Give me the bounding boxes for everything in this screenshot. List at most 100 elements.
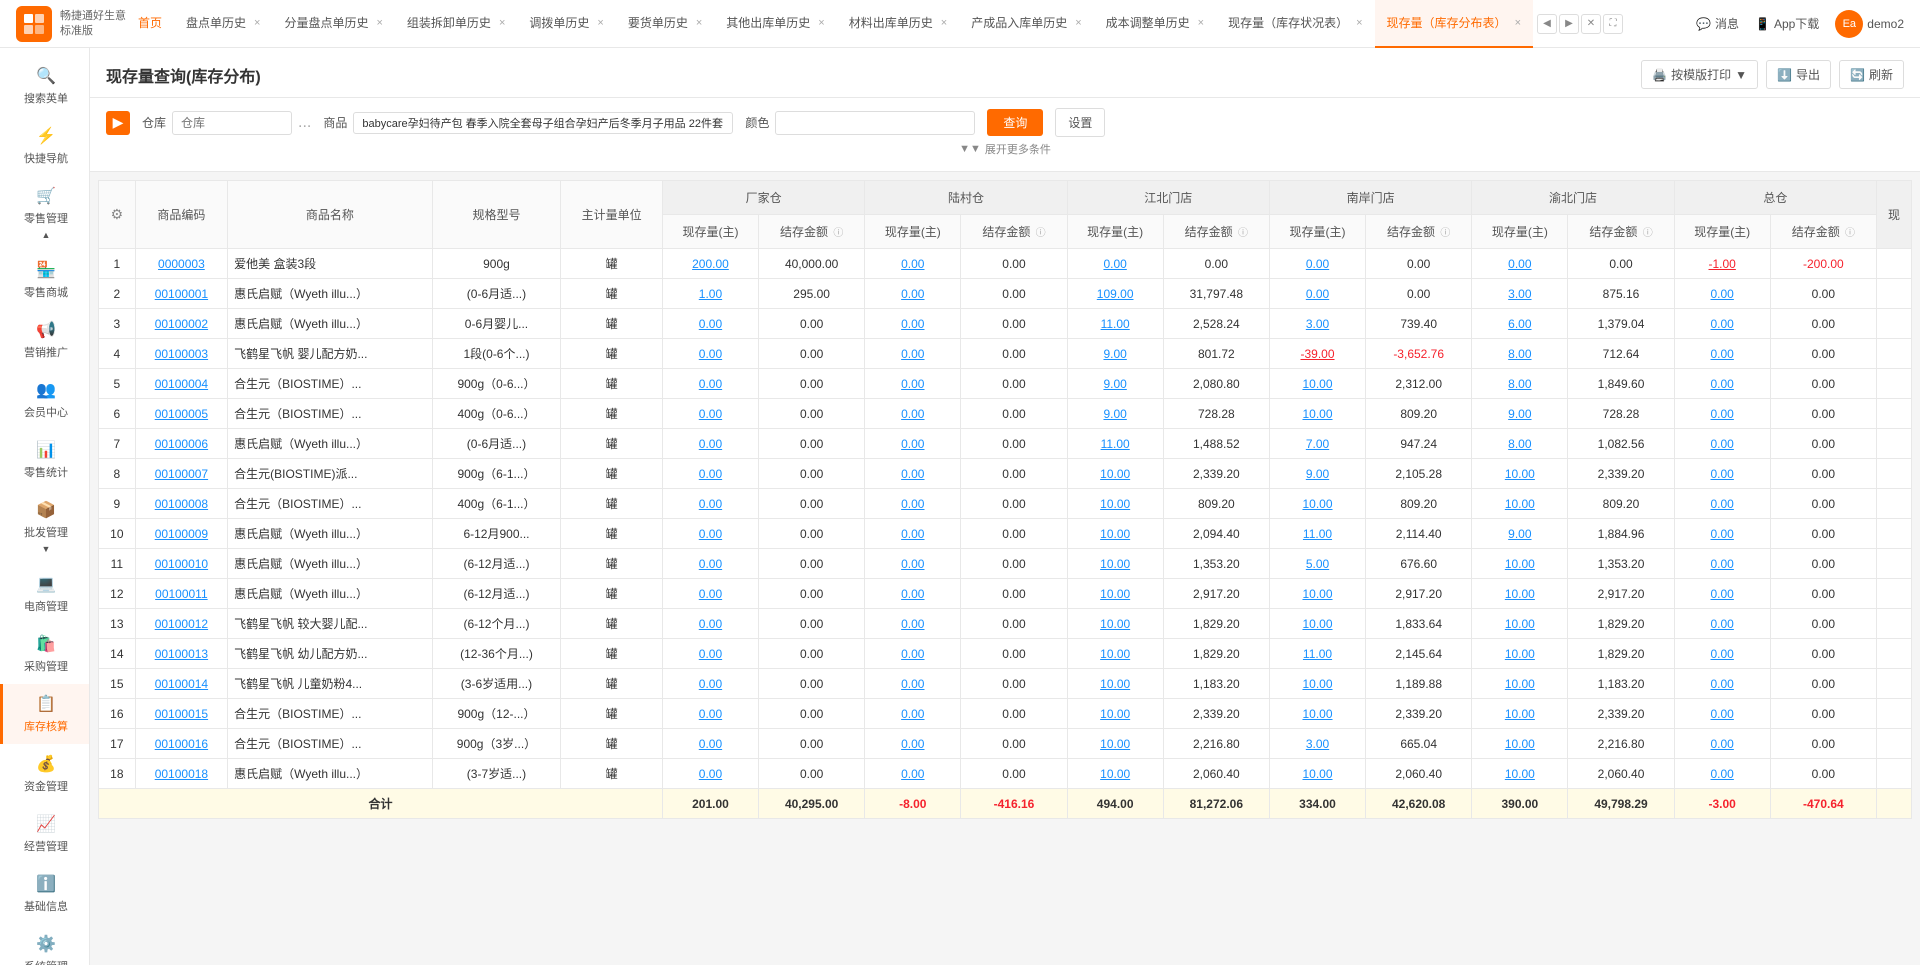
warehouse-input[interactable] [172,111,292,135]
col-fj-qty: 现存量(主) [662,215,758,249]
product-code[interactable]: 00100006 [135,429,227,459]
close-tab-10[interactable]: × [1515,17,1521,29]
warehouse-dots[interactable]: ... [298,114,311,132]
table-row: 1100100010惠氏启赋（Wyeth illu...）(6-12月适...)… [99,549,1912,579]
col-total-amt: 结存金额 ⓘ [1770,215,1876,249]
sidebar-item-wholesale[interactable]: 📦 批发管理 ▼ [0,490,89,564]
col-unit: 主计量单位 [561,181,663,249]
sidebar: 🔍 搜索英单 ⚡ 快捷导航 🛒 零售管理 ▲ 🏪 零售商城 📢 营销推广 👥 会… [0,48,90,965]
nav-tab-6[interactable]: 材料出库单历史 × [837,0,959,48]
table-row: 500100004合生元（BIOSTIME）...900g（0-6...）罐0.… [99,369,1912,399]
product-code[interactable]: 00100018 [135,759,227,789]
nav-tab-8[interactable]: 成本调整单历史 × [1094,0,1216,48]
product-code[interactable]: 00100001 [135,279,227,309]
tab-prev[interactable]: ◀ [1537,14,1557,34]
col-gear[interactable]: ⚙ [99,181,136,249]
product-code[interactable]: 00100015 [135,699,227,729]
sidebar-item-ecommerce[interactable]: 💻 电商管理 [0,564,89,624]
ecommerce-icon: 💻 [36,574,56,594]
nav-tab-4[interactable]: 要货单历史 × [616,0,714,48]
close-tab-7[interactable]: × [1075,17,1081,29]
product-code[interactable]: 00100005 [135,399,227,429]
quick-nav-icon: ⚡ [36,126,56,146]
sidebar-item-finance[interactable]: 💰 资金管理 [0,744,89,804]
nav-tab-home[interactable]: 首页 [126,0,174,48]
user-menu[interactable]: Ea demo2 [1835,10,1904,38]
close-tab-3[interactable]: × [597,17,603,29]
close-tab-2[interactable]: × [499,17,505,29]
sidebar-item-quick-nav[interactable]: ⚡ 快捷导航 [0,116,89,176]
close-tab-6[interactable]: × [941,17,947,29]
expand-icon: ▼▼ [959,143,981,155]
sidebar-item-retail-mgmt[interactable]: 🛒 零售管理 ▲ [0,176,89,250]
product-code[interactable]: 00100013 [135,639,227,669]
nav-tab-0[interactable]: 盘点单历史 × [174,0,272,48]
product-code[interactable]: 00100011 [135,579,227,609]
print-dropdown-icon: ▼ [1735,68,1747,82]
sidebar-item-members[interactable]: 👥 会员中心 [0,370,89,430]
sidebar-item-inventory[interactable]: 📋 库存核算 [0,684,89,744]
query-button[interactable]: 查询 [987,109,1043,136]
sidebar-item-search[interactable]: 🔍 搜索英单 [0,56,89,116]
product-code[interactable]: 00100014 [135,669,227,699]
refresh-button[interactable]: 🔄 刷新 [1839,60,1904,89]
product-code[interactable]: 00100004 [135,369,227,399]
close-tab-4[interactable]: × [696,17,702,29]
nav-tab-2[interactable]: 组装拆卸单历史 × [395,0,517,48]
col-total-qty: 现存量(主) [1674,215,1770,249]
tab-expand[interactable]: ⛶ [1603,14,1623,34]
product-code[interactable]: 00100016 [135,729,227,759]
sidebar-item-basic-info[interactable]: ℹ️ 基础信息 [0,864,89,924]
app-download-btn[interactable]: 📱 App下载 [1755,15,1819,32]
product-code[interactable]: 00100009 [135,519,227,549]
sidebar-item-purchase[interactable]: 🛍️ 采购管理 [0,624,89,684]
close-tab-0[interactable]: × [254,17,260,29]
product-code[interactable]: 00100007 [135,459,227,489]
nav-tab-5[interactable]: 其他出库单历史 × [714,0,836,48]
close-tab-8[interactable]: × [1198,17,1204,29]
color-input[interactable] [775,111,975,135]
nav-tab-3[interactable]: 调拨单历史 × [517,0,615,48]
tab-close[interactable]: ✕ [1581,14,1601,34]
nav-tab-9[interactable]: 现存量（库存状况表） × [1216,0,1374,48]
product-code[interactable]: 00100010 [135,549,227,579]
export-button[interactable]: ⬇️ 导出 [1766,60,1831,89]
product-code[interactable]: 0000003 [135,249,227,279]
sidebar-item-retail-stats[interactable]: 📊 零售统计 [0,430,89,490]
expand-conditions[interactable]: ▼▼ 展开更多条件 [106,137,1904,161]
color-label: 颜色 [745,114,769,131]
col-lc-amt: 结存金额 ⓘ [961,215,1067,249]
sidebar-item-retail-mall[interactable]: 🏪 零售商城 [0,250,89,310]
tab-next[interactable]: ▶ [1559,14,1579,34]
col-group-yb: 渝北门店 [1472,181,1674,215]
product-code[interactable]: 00100002 [135,309,227,339]
nav-tab-1[interactable]: 分量盘点单历史 × [272,0,394,48]
product-input[interactable] [353,112,733,134]
nav-tab-10[interactable]: 现存量（库存分布表） × [1375,0,1533,48]
settings-button[interactable]: 设置 [1055,108,1105,137]
chevron-down-icon: ▼ [42,544,51,554]
main-content: 现存量查询(库存分布) 🖨️ 按模版打印 ▼ ⬇️ 导出 🔄 刷新 [90,48,1920,965]
col-group-fj: 厂家仓 [662,181,864,215]
sidebar-item-system[interactable]: ⚙️ 系统管理 [0,924,89,965]
close-tab-9[interactable]: × [1356,17,1362,29]
sidebar-item-operations[interactable]: 📈 经营管理 [0,804,89,864]
table-row: 200100001惠氏启赋（Wyeth illu...）(0-6月适...)罐1… [99,279,1912,309]
col-yb-qty: 现存量(主) [1472,215,1568,249]
product-code[interactable]: 00100012 [135,609,227,639]
system-icon: ⚙️ [36,934,56,954]
top-right: 💬 消息 📱 App下载 Ea demo2 [1696,10,1904,38]
data-table: ⚙ 商品编码 商品名称 规格型号 主计量单位 厂家仓 陆村仓 江北门店 南岸门店… [98,180,1912,819]
app-icon: 📱 [1755,17,1770,31]
product-code[interactable]: 00100008 [135,489,227,519]
close-tab-1[interactable]: × [376,17,382,29]
marketing-icon: 📢 [36,320,56,340]
filter-toggle-button[interactable]: ▶ [106,111,130,135]
logo-text: 畅捷通好生意 标准版 [60,9,126,38]
nav-tab-7[interactable]: 产成品入库单历史 × [959,0,1093,48]
print-button[interactable]: 🖨️ 按模版打印 ▼ [1641,60,1758,89]
sidebar-item-marketing[interactable]: 📢 营销推广 [0,310,89,370]
close-tab-5[interactable]: × [818,17,824,29]
product-code[interactable]: 00100003 [135,339,227,369]
messages-btn[interactable]: 💬 消息 [1696,15,1739,32]
